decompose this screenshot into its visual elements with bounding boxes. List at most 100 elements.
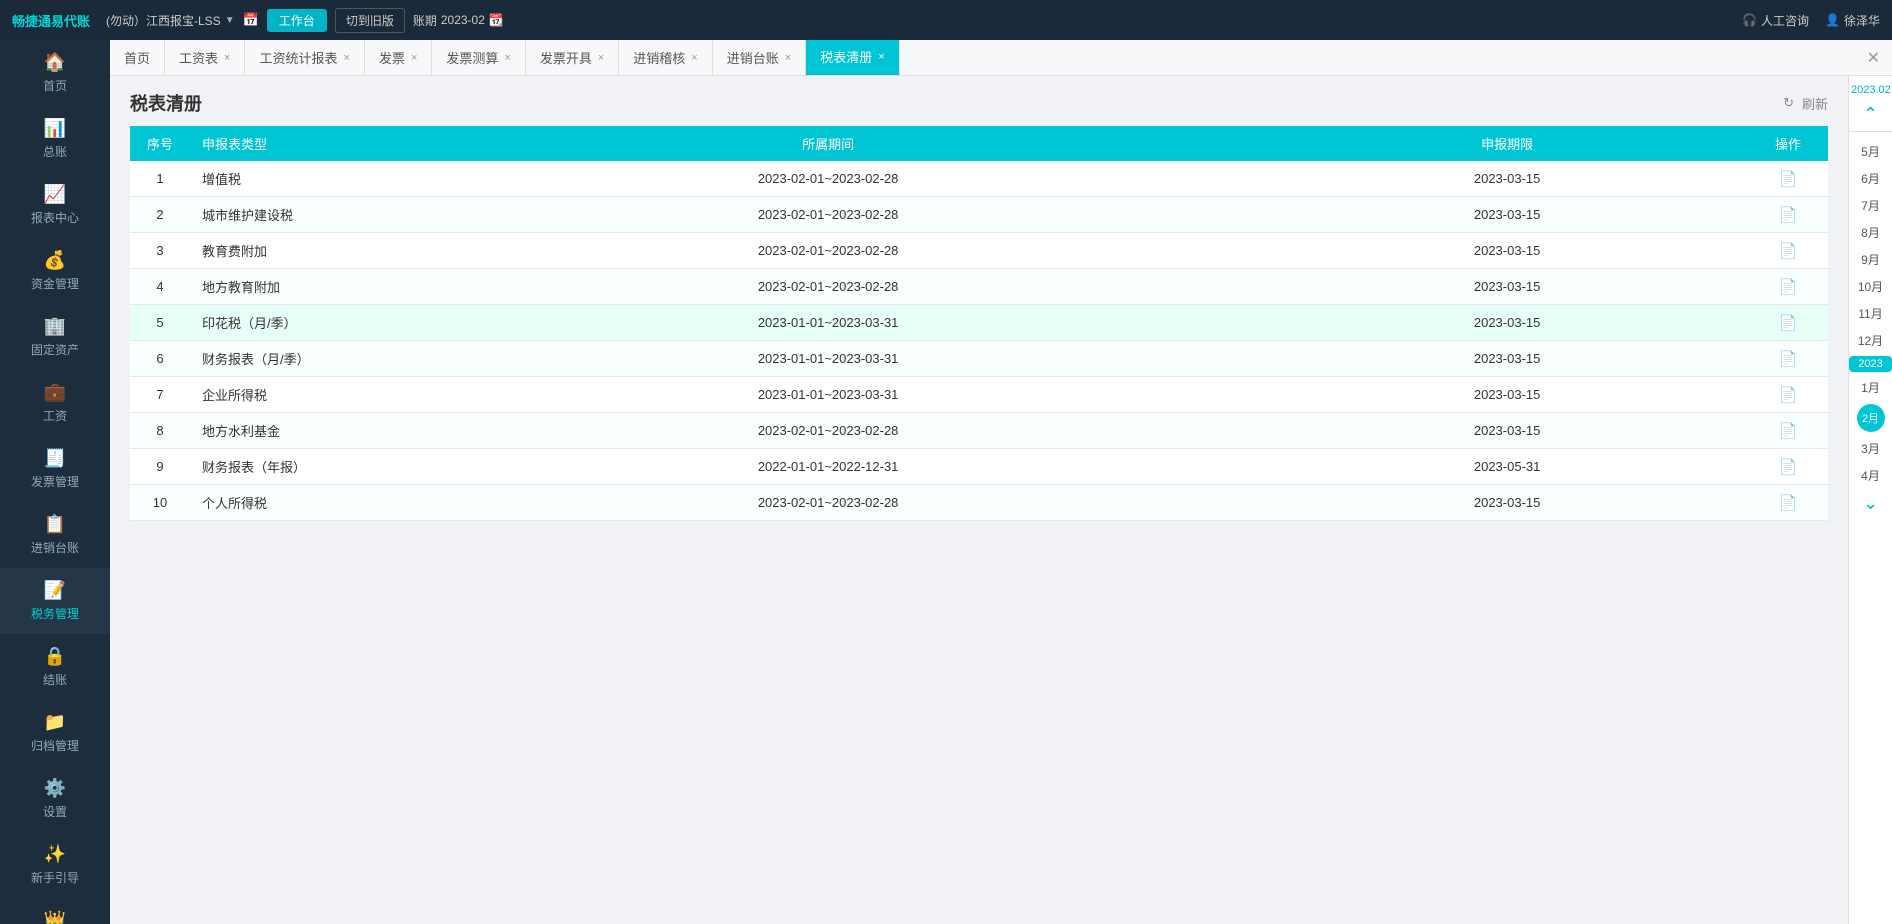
action-icon[interactable]: 📄 — [1779, 387, 1798, 404]
action-icon[interactable]: 📄 — [1779, 243, 1798, 260]
month-item-2022[interactable]: 8月 — [1854, 219, 1887, 246]
page-main: 税表清册 ↻ 刷新 序号 申报表类型 所属期间 — [110, 76, 1848, 924]
cell-period: 2023-02-01~2023-02-28 — [390, 269, 1266, 305]
user-menu[interactable]: 👤 徐泽华 — [1825, 12, 1880, 29]
sidebar-item-home[interactable]: 🏠 首页 — [0, 40, 110, 106]
sidebar-item-guide[interactable]: ✨ 新手引导 — [0, 832, 110, 898]
sidebar-label-archive: 归档管理 — [31, 737, 79, 754]
table-row: 5 印花税（月/季） 2023-01-01~2023-03-31 2023-03… — [130, 305, 1828, 341]
cell-type: 财务报表（年报） — [190, 449, 390, 485]
cell-action: 📄 — [1748, 305, 1828, 341]
user-avatar-icon: 👤 — [1825, 13, 1840, 27]
cell-type: 增值税 — [190, 161, 390, 197]
tab-tax-list[interactable]: 税表清册 × — [806, 40, 899, 76]
month-item-2023[interactable]: 2月 — [1857, 404, 1885, 432]
action-icon[interactable]: 📄 — [1779, 351, 1798, 368]
tab-payroll-report[interactable]: 工资统计报表 × — [245, 40, 364, 76]
action-icon[interactable]: 📄 — [1779, 279, 1798, 296]
tab-invoice-issue[interactable]: 发票开具 × — [526, 40, 619, 76]
old-version-button[interactable]: 切到旧版 — [335, 8, 405, 33]
tab-invoice-label: 发票 — [379, 48, 405, 67]
month-item-2022[interactable]: 7月 — [1854, 192, 1887, 219]
sidebar-item-assets[interactable]: 🏢 固定资产 — [0, 304, 110, 370]
invoice-mgmt-icon: 🧾 — [44, 448, 66, 469]
month-item-2023[interactable]: 1月 — [1857, 374, 1885, 401]
action-icon[interactable]: 📄 — [1779, 315, 1798, 332]
tab-home-label: 首页 — [124, 48, 150, 67]
cell-type: 教育费附加 — [190, 233, 390, 269]
tab-tax-list-label: 税表清册 — [820, 47, 872, 66]
tab-invoice-issue-close-icon[interactable]: × — [598, 52, 604, 64]
action-icon[interactable]: 📄 — [1779, 459, 1798, 476]
tab-purchase-review[interactable]: 进销稽核 × — [619, 40, 712, 76]
tab-invoice[interactable]: 发票 × — [365, 40, 432, 76]
cell-period: 2022-01-01~2022-12-31 — [390, 449, 1266, 485]
month-item-2022[interactable]: 6月 — [1854, 165, 1887, 192]
sidebar-label-tax: 税务管理 — [31, 605, 79, 622]
table-row: 6 财务报表（月/季） 2023-01-01~2023-03-31 2023-0… — [130, 341, 1828, 377]
tab-purchase-review-close-icon[interactable]: × — [691, 52, 697, 64]
company-selector[interactable]: (勿动）江西报宝-LSS ▼ — [106, 12, 235, 29]
panel-year-header[interactable]: 2023.02 — [1849, 80, 1892, 100]
action-icon[interactable]: 📄 — [1779, 207, 1798, 224]
action-icon[interactable]: 📄 — [1779, 495, 1798, 512]
sidebar-item-invoice-mgmt[interactable]: 🧾 发票管理 — [0, 436, 110, 502]
tab-payroll-report-close-icon[interactable]: × — [343, 52, 349, 64]
tab-invoice-check-close-icon[interactable]: × — [504, 52, 510, 64]
cell-seq: 3 — [130, 233, 190, 269]
year-2023-badge[interactable]: 2023 — [1849, 356, 1892, 372]
month-item-2022[interactable]: 12月 — [1854, 327, 1887, 354]
tab-purchase-ledger[interactable]: 进销台账 × — [713, 40, 806, 76]
cell-period: 2023-02-01~2023-02-28 — [390, 413, 1266, 449]
tab-payroll-close-icon[interactable]: × — [224, 52, 230, 64]
sidebar-item-tax[interactable]: 📝 税务管理 — [0, 568, 110, 634]
tab-close-button[interactable]: ✕ — [1855, 48, 1892, 68]
sidebar-item-ledger[interactable]: 📊 总账 — [0, 106, 110, 172]
sidebar-item-report[interactable]: 📈 报表中心 — [0, 172, 110, 238]
month-item-2022[interactable]: 9月 — [1854, 246, 1887, 273]
cell-seq: 7 — [130, 377, 190, 413]
ai-consult-link[interactable]: 🎧 人工咨询 — [1742, 12, 1809, 29]
sidebar-item-fund[interactable]: 💰 资金管理 — [0, 238, 110, 304]
table-row: 1 增值税 2023-02-01~2023-02-28 2023-03-15 📄 — [130, 161, 1828, 197]
table-row: 7 企业所得税 2023-01-01~2023-03-31 2023-03-15… — [130, 377, 1828, 413]
cell-period: 2023-02-01~2023-02-28 — [390, 233, 1266, 269]
tab-purchase-ledger-close-icon[interactable]: × — [785, 52, 791, 64]
sidebar-label-ledger: 总账 — [43, 143, 67, 160]
tab-payroll[interactable]: 工资表 × — [165, 40, 245, 76]
sidebar-item-settings[interactable]: ⚙️ 设置 — [0, 766, 110, 832]
sidebar-item-close[interactable]: 🔒 结账 — [0, 634, 110, 700]
month-item-2022[interactable]: 10月 — [1854, 273, 1887, 300]
tab-invoice-check[interactable]: 发票测算 × — [432, 40, 525, 76]
panel-up-button[interactable]: ⌃ — [1859, 100, 1882, 129]
tab-home[interactable]: 首页 — [110, 40, 165, 76]
tab-tax-list-close-icon[interactable]: × — [878, 51, 884, 63]
cell-action: 📄 — [1748, 485, 1828, 521]
action-icon[interactable]: 📄 — [1779, 423, 1798, 440]
sidebar-item-archive[interactable]: 📁 归档管理 — [0, 700, 110, 766]
cell-action: 📄 — [1748, 197, 1828, 233]
sidebar-label-report: 报表中心 — [31, 209, 79, 226]
month-item-2022[interactable]: 11月 — [1854, 300, 1887, 327]
page-title: 税表清册 — [130, 90, 202, 116]
cell-period: 2023-01-01~2023-03-31 — [390, 377, 1266, 413]
cell-seq: 4 — [130, 269, 190, 305]
panel-down-button[interactable]: ⌄ — [1859, 489, 1882, 518]
page-header: 税表清册 ↻ 刷新 — [110, 76, 1848, 126]
sidebar-item-vip[interactable]: 👑 畅会员 — [0, 898, 110, 924]
month-item-2023[interactable]: 3月 — [1857, 435, 1885, 462]
months-2023: 1月 2月 3月4月 — [1857, 374, 1885, 489]
action-icon[interactable]: 📄 — [1779, 171, 1798, 188]
col-header-type: 申报表类型 — [190, 126, 390, 161]
cell-type: 企业所得税 — [190, 377, 390, 413]
month-item-2023[interactable]: 4月 — [1857, 462, 1885, 489]
tab-invoice-close-icon[interactable]: × — [411, 52, 417, 64]
tab-purchase-review-label: 进销稽核 — [633, 48, 685, 67]
workbench-button[interactable]: 工作台 — [267, 9, 327, 32]
sidebar-item-payroll[interactable]: 💼 工资 — [0, 370, 110, 436]
month-item-2022[interactable]: 5月 — [1854, 138, 1887, 165]
table-row: 9 财务报表（年报） 2022-01-01~2022-12-31 2023-05… — [130, 449, 1828, 485]
period-value: 2023-02 — [441, 13, 485, 27]
refresh-button[interactable]: ↻ 刷新 — [1783, 94, 1828, 113]
sidebar-item-purchase[interactable]: 📋 进销台账 — [0, 502, 110, 568]
